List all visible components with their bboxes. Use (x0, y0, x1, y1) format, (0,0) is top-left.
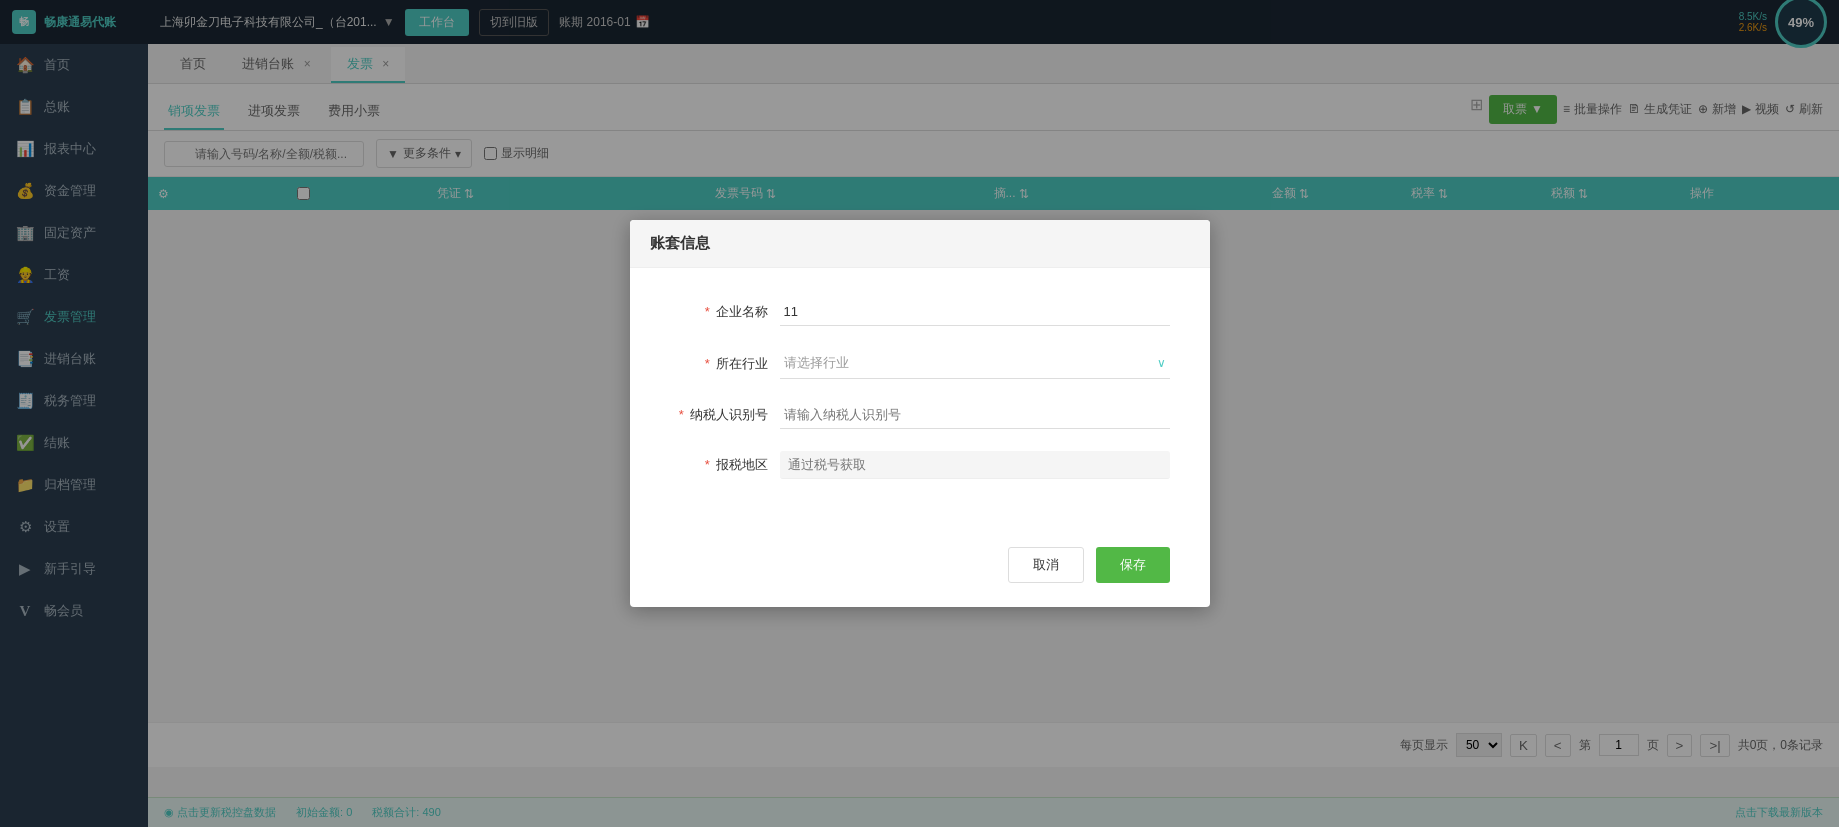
dialog-body: * 企业名称 * 所在行业 请选择行业 ∨ * (630, 268, 1210, 531)
save-button[interactable]: 保存 (1096, 547, 1170, 583)
industry-dropdown-icon: ∨ (1157, 356, 1166, 370)
required-star-2: * (705, 356, 710, 371)
dialog-footer: 取消 保存 (630, 531, 1210, 607)
required-star-4: * (705, 457, 710, 472)
taxregion-input (780, 451, 1170, 479)
taxid-label: * 纳税人识别号 (670, 406, 780, 424)
form-row-taxid: * 纳税人识别号 (670, 401, 1170, 429)
cancel-button[interactable]: 取消 (1008, 547, 1084, 583)
account-info-dialog: 账套信息 * 企业名称 * 所在行业 请选择行业 ∨ (630, 220, 1210, 607)
form-row-company: * 企业名称 (670, 298, 1170, 326)
required-star-3: * (679, 407, 684, 422)
company-name-label: * 企业名称 (670, 303, 780, 321)
industry-placeholder: 请选择行业 (784, 354, 1157, 372)
required-star: * (705, 304, 710, 319)
dialog-header: 账套信息 (630, 220, 1210, 268)
form-row-industry: * 所在行业 请选择行业 ∨ (670, 348, 1170, 379)
form-row-taxregion: * 报税地区 (670, 451, 1170, 479)
modal-overlay: 账套信息 * 企业名称 * 所在行业 请选择行业 ∨ (0, 0, 1839, 827)
company-name-input[interactable] (780, 298, 1170, 326)
dialog-title: 账套信息 (650, 234, 710, 251)
taxid-input[interactable] (780, 401, 1170, 429)
taxregion-label: * 报税地区 (670, 456, 780, 474)
industry-select[interactable]: 请选择行业 ∨ (780, 348, 1170, 379)
industry-label: * 所在行业 (670, 355, 780, 373)
